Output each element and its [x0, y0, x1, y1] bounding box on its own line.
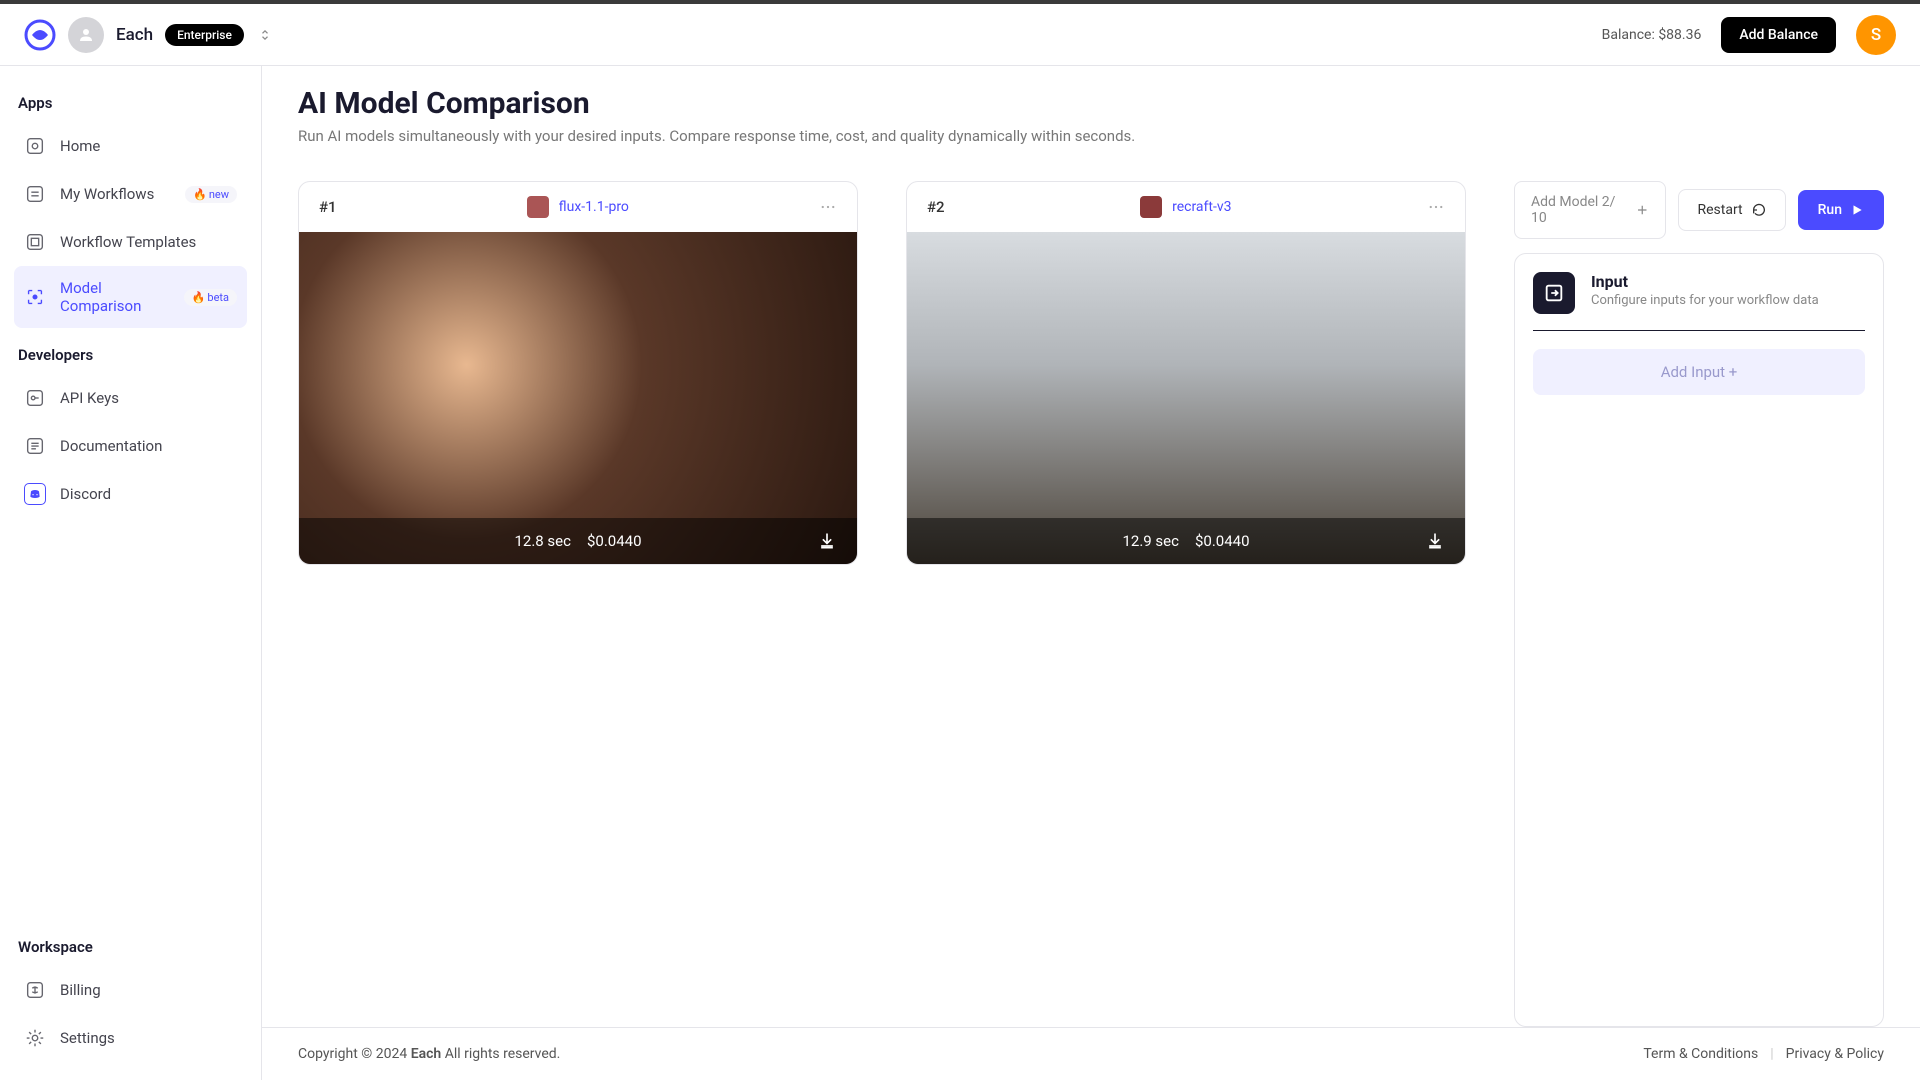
more-icon[interactable]	[819, 198, 837, 216]
avatar[interactable]: S	[1856, 15, 1896, 55]
sidebar-item-label: Documentation	[60, 437, 237, 455]
sidebar-item-apikeys[interactable]: API Keys	[14, 374, 247, 422]
input-panel: Input Configure inputs for your workflow…	[1514, 253, 1884, 1027]
more-icon[interactable]	[1427, 198, 1445, 216]
model-card-1: #1 flux-1.1-pro 12.8 sec $0.0440	[298, 181, 858, 565]
sidebar-item-label: My Workflows	[60, 185, 171, 203]
separator: |	[1770, 1046, 1773, 1062]
workspace-section-title: Workspace	[18, 938, 243, 956]
page-title: AI Model Comparison	[298, 86, 1884, 121]
restart-icon	[1751, 202, 1767, 218]
docs-icon	[24, 435, 46, 457]
sidebar-item-label: Model Comparison	[60, 279, 170, 315]
model-name: flux-1.1-pro	[559, 199, 629, 215]
sidebar-item-discord[interactable]: Discord	[14, 470, 247, 518]
sidebar-item-workflows[interactable]: My Workflows 🔥new	[14, 170, 247, 218]
header: Each Enterprise Balance: $88.36 Add Bala…	[0, 4, 1920, 66]
sidebar-item-label: Workflow Templates	[60, 233, 237, 251]
terms-link[interactable]: Term & Conditions	[1643, 1046, 1758, 1062]
developers-section-title: Developers	[18, 346, 243, 364]
badge-new: 🔥new	[185, 186, 237, 203]
badge-beta: 🔥beta	[184, 289, 237, 306]
result-image: 12.8 sec $0.0440	[299, 232, 857, 564]
dropdown-icon[interactable]	[260, 28, 270, 42]
input-title: Input	[1591, 272, 1819, 291]
run-label: Run	[1818, 202, 1842, 218]
model-name: recraft-v3	[1172, 199, 1231, 215]
apps-section-title: Apps	[18, 94, 243, 112]
sidebar-item-settings[interactable]: Settings	[14, 1014, 247, 1062]
sidebar-item-docs[interactable]: Documentation	[14, 422, 247, 470]
sidebar-item-label: Discord	[60, 485, 237, 503]
restart-label: Restart	[1697, 202, 1742, 218]
sidebar: Apps Home My Workflows 🔥new Workflow Tem…	[0, 66, 262, 1080]
settings-icon	[24, 1027, 46, 1049]
download-icon[interactable]	[817, 531, 837, 551]
model-thumb-icon	[1140, 196, 1162, 218]
page-desc: Run AI models simultaneously with your d…	[298, 127, 1884, 145]
time-text: 12.9 sec	[1122, 532, 1179, 550]
play-icon	[1850, 203, 1864, 217]
model-thumb-icon	[527, 196, 549, 218]
sidebar-item-label: Home	[60, 137, 237, 155]
model-selector[interactable]: recraft-v3	[1140, 196, 1231, 218]
sidebar-item-label: API Keys	[60, 389, 237, 407]
download-icon[interactable]	[1425, 531, 1445, 551]
cost-text: $0.0440	[587, 532, 642, 550]
balance-text: Balance: $88.36	[1602, 27, 1702, 43]
run-button[interactable]: Run	[1798, 190, 1884, 230]
plus-icon	[1635, 202, 1650, 218]
add-model-button[interactable]: Add Model 2/ 10	[1514, 181, 1666, 239]
privacy-link[interactable]: Privacy & Policy	[1786, 1046, 1884, 1062]
sidebar-item-home[interactable]: Home	[14, 122, 247, 170]
input-icon	[1533, 272, 1575, 314]
templates-icon	[24, 231, 46, 253]
restart-button[interactable]: Restart	[1678, 189, 1785, 231]
card-rank: #2	[927, 198, 945, 216]
sidebar-item-templates[interactable]: Workflow Templates	[14, 218, 247, 266]
add-model-label: Add Model 2/ 10	[1531, 194, 1625, 226]
add-balance-button[interactable]: Add Balance	[1721, 17, 1836, 53]
model-selector[interactable]: flux-1.1-pro	[527, 196, 629, 218]
sidebar-item-billing[interactable]: Billing	[14, 966, 247, 1014]
result-image: 12.9 sec $0.0440	[907, 232, 1465, 564]
cost-text: $0.0440	[1195, 532, 1250, 550]
key-icon	[24, 387, 46, 409]
workflows-icon	[24, 183, 46, 205]
card-rank: #1	[319, 198, 337, 216]
copyright-text: Copyright © 2024 Each All rights reserve…	[298, 1046, 560, 1062]
brand-name: Each	[116, 25, 153, 45]
sidebar-item-comparison[interactable]: Model Comparison 🔥beta	[14, 266, 247, 328]
input-desc: Configure inputs for your workflow data	[1591, 293, 1819, 308]
logo-icon	[24, 19, 56, 51]
model-card-2: #2 recraft-v3 12.9 sec $0.0440	[906, 181, 1466, 565]
home-icon	[24, 135, 46, 157]
billing-icon	[24, 979, 46, 1001]
user-icon	[68, 17, 104, 53]
sidebar-item-label: Settings	[60, 1029, 237, 1047]
time-text: 12.8 sec	[514, 532, 571, 550]
plan-badge: Enterprise	[165, 24, 244, 46]
discord-icon	[24, 483, 46, 505]
comparison-icon	[24, 286, 46, 308]
add-input-button[interactable]: Add Input +	[1533, 349, 1865, 395]
footer: Copyright © 2024 Each All rights reserve…	[262, 1027, 1920, 1080]
sidebar-item-label: Billing	[60, 981, 237, 999]
